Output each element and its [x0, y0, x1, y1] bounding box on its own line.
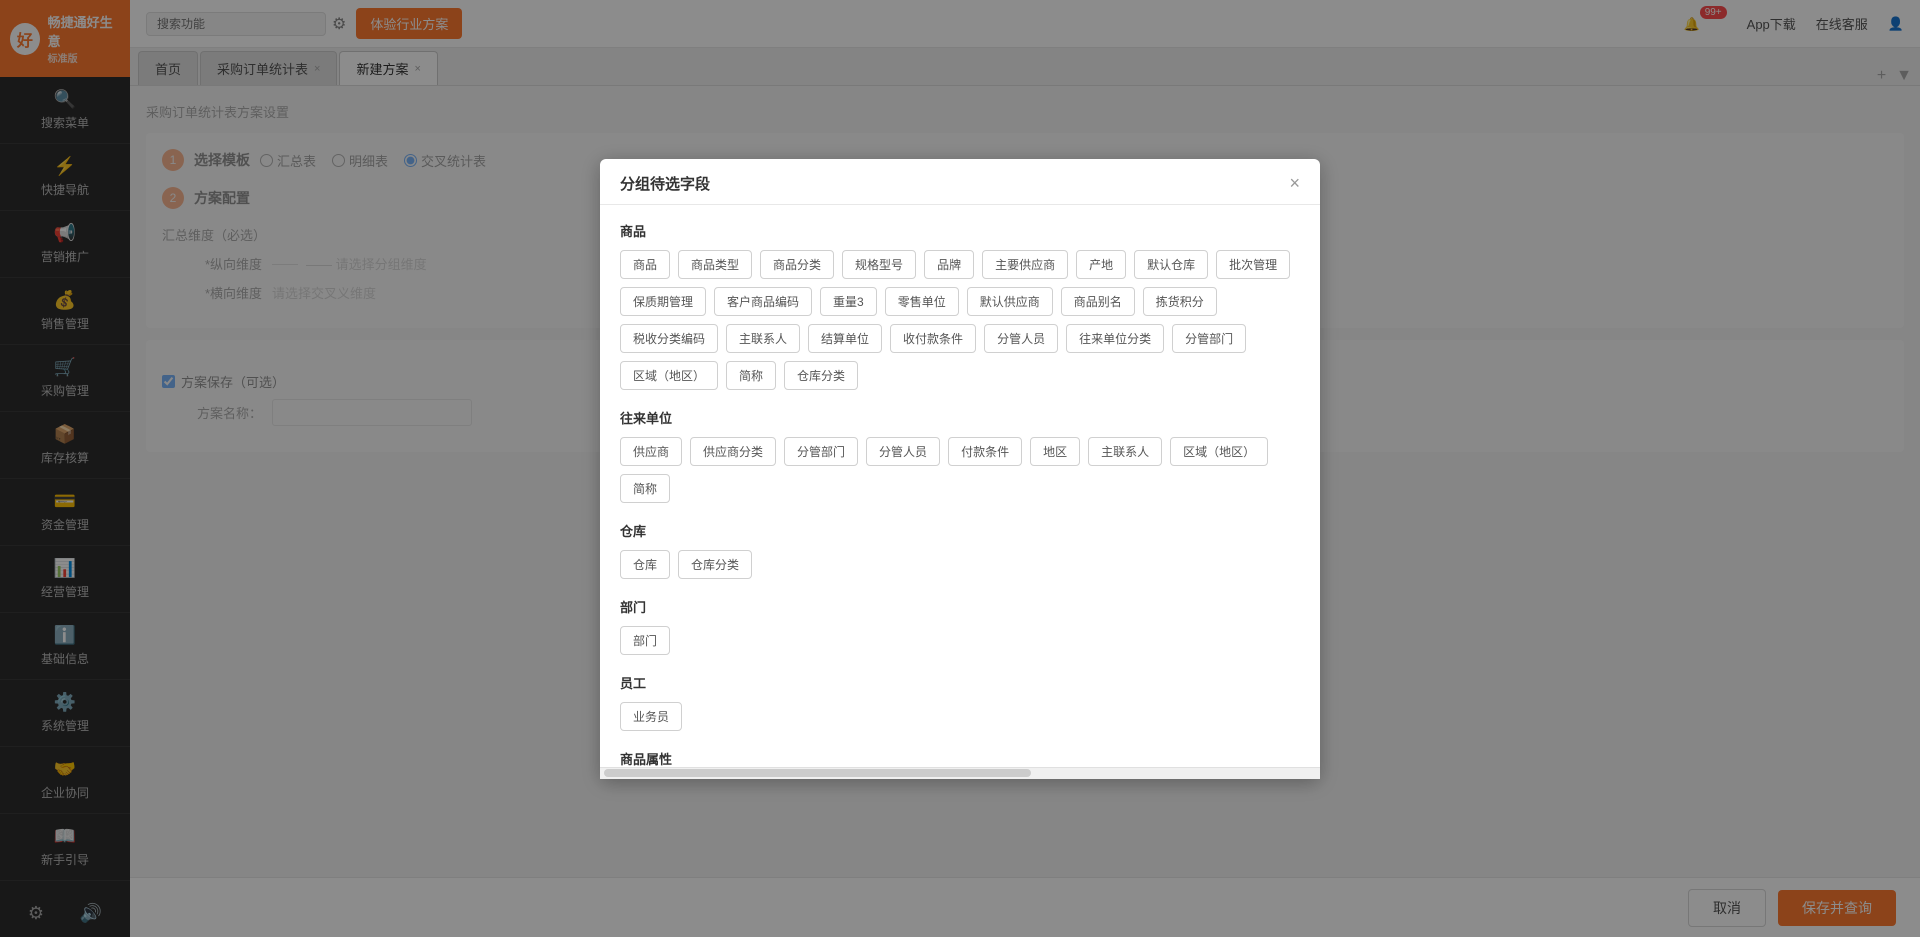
- field-tag-row: 仓库仓库分类: [620, 550, 1300, 579]
- field-tag-button[interactable]: 付款条件: [948, 437, 1022, 466]
- field-tag-button[interactable]: 商品别名: [1061, 287, 1135, 316]
- field-tag-button[interactable]: 简称: [726, 361, 776, 390]
- field-select-modal: 分组待选字段 × 商品商品商品类型商品分类规格型号品牌主要供应商产地默认仓库批次…: [600, 159, 1320, 779]
- modal-horizontal-scrollbar[interactable]: [600, 767, 1320, 779]
- field-tag-button[interactable]: 重量3: [820, 287, 877, 316]
- section-title: 部门: [620, 597, 1300, 616]
- field-tag-button[interactable]: 往来单位分类: [1066, 324, 1164, 353]
- field-tag-button[interactable]: 零售单位: [885, 287, 959, 316]
- field-tag-row: 部门: [620, 626, 1300, 655]
- field-tag-button[interactable]: 分管人员: [984, 324, 1058, 353]
- field-tag-button[interactable]: 默认仓库: [1134, 250, 1208, 279]
- hscrollbar-thumb[interactable]: [604, 769, 1031, 777]
- field-tag-button[interactable]: 商品分类: [760, 250, 834, 279]
- modal-close-button[interactable]: ×: [1289, 173, 1300, 194]
- field-tag-button[interactable]: 地区: [1030, 437, 1080, 466]
- field-tag-button[interactable]: 结算单位: [808, 324, 882, 353]
- field-tag-button[interactable]: 仓库: [620, 550, 670, 579]
- field-tag-button[interactable]: 主联系人: [726, 324, 800, 353]
- field-tag-button[interactable]: 保质期管理: [620, 287, 706, 316]
- field-tag-button[interactable]: 分管部门: [784, 437, 858, 466]
- field-tag-button[interactable]: 默认供应商: [967, 287, 1053, 316]
- field-tag-button[interactable]: 供应商分类: [690, 437, 776, 466]
- field-section-商品: 商品商品商品类型商品分类规格型号品牌主要供应商产地默认仓库批次管理保质期管理客户…: [620, 221, 1300, 390]
- field-tag-button[interactable]: 商品类型: [678, 250, 752, 279]
- field-tag-button[interactable]: 分管部门: [1172, 324, 1246, 353]
- field-tag-button[interactable]: 业务员: [620, 702, 682, 731]
- section-title: 商品属性: [620, 749, 1300, 767]
- field-tag-button[interactable]: 产地: [1076, 250, 1126, 279]
- field-tag-button[interactable]: 仓库分类: [678, 550, 752, 579]
- field-tag-row: 业务员: [620, 702, 1300, 731]
- field-tag-button[interactable]: 分管人员: [866, 437, 940, 466]
- field-tag-button[interactable]: 主联系人: [1088, 437, 1162, 466]
- field-tag-button[interactable]: 主要供应商: [982, 250, 1068, 279]
- field-tag-button[interactable]: 收付款条件: [890, 324, 976, 353]
- field-section-往来单位: 往来单位供应商供应商分类分管部门分管人员付款条件地区主联系人区域（地区） 简称: [620, 408, 1300, 503]
- field-tag-button[interactable]: 区域（地区）: [1170, 437, 1268, 466]
- section-title: 员工: [620, 673, 1300, 692]
- field-tag-button[interactable]: 品牌: [924, 250, 974, 279]
- field-tag-button[interactable]: 拣货积分: [1143, 287, 1217, 316]
- field-tag-button[interactable]: 供应商: [620, 437, 682, 466]
- field-tag-button[interactable]: 税收分类编码: [620, 324, 718, 353]
- field-tag-button[interactable]: 仓库分类: [784, 361, 858, 390]
- modal-title: 分组待选字段: [620, 173, 710, 194]
- modal-header: 分组待选字段 ×: [600, 159, 1320, 205]
- field-tag-row: 供应商供应商分类分管部门分管人员付款条件地区主联系人区域（地区） 简称: [620, 437, 1300, 503]
- field-section-员工: 员工业务员: [620, 673, 1300, 731]
- section-title: 仓库: [620, 521, 1300, 540]
- field-tag-row: 商品商品类型商品分类规格型号品牌主要供应商产地默认仓库批次管理保质期管理客户商品…: [620, 250, 1300, 390]
- field-tag-button[interactable]: 批次管理: [1216, 250, 1290, 279]
- field-tag-button[interactable]: 部门: [620, 626, 670, 655]
- field-tag-button[interactable]: 商品: [620, 250, 670, 279]
- modal-body: 商品商品商品类型商品分类规格型号品牌主要供应商产地默认仓库批次管理保质期管理客户…: [600, 205, 1320, 767]
- section-title: 往来单位: [620, 408, 1300, 427]
- field-section-部门: 部门部门: [620, 597, 1300, 655]
- field-tag-button[interactable]: 简称: [620, 474, 670, 503]
- field-section-商品属性: 商品属性属性颜色多规格尺码鞋码1: [620, 749, 1300, 767]
- field-section-仓库: 仓库仓库仓库分类: [620, 521, 1300, 579]
- field-tag-button[interactable]: 规格型号: [842, 250, 916, 279]
- field-tag-button[interactable]: 区域（地区）: [620, 361, 718, 390]
- field-tag-button[interactable]: 客户商品编码: [714, 287, 812, 316]
- section-title: 商品: [620, 221, 1300, 240]
